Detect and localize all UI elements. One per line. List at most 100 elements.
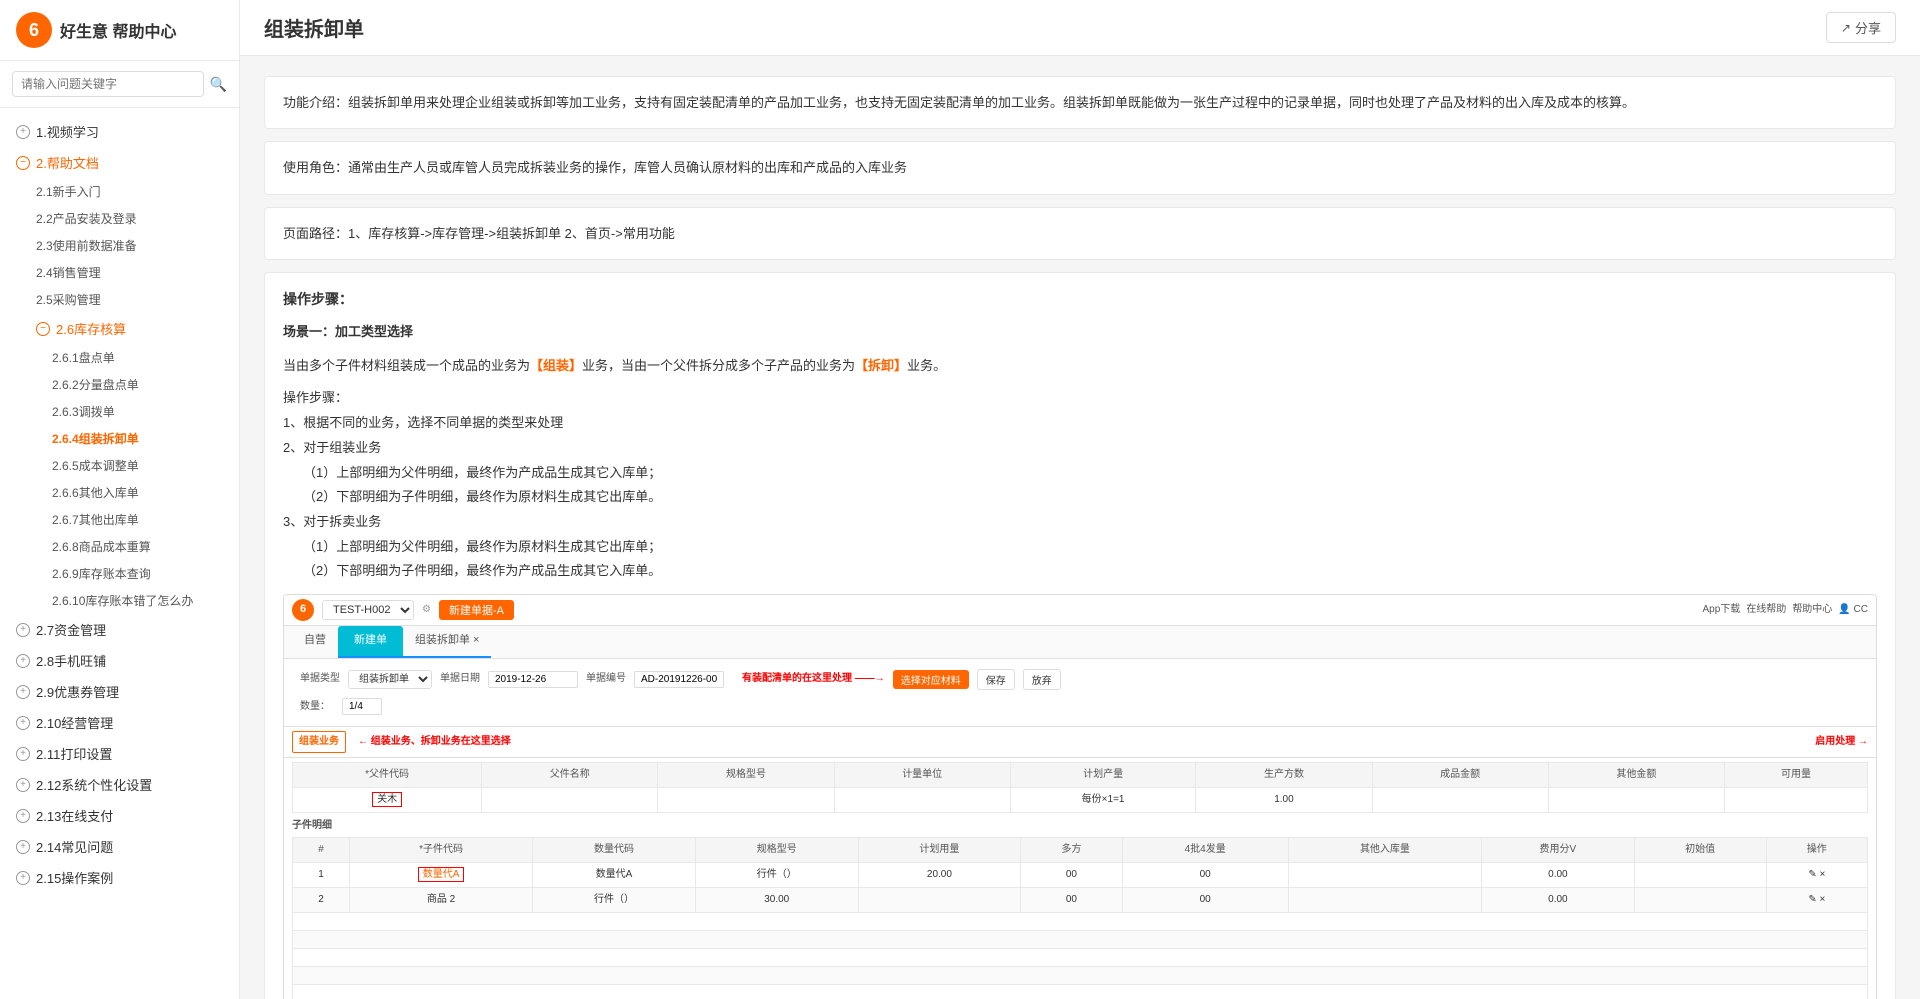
mock-save-btn[interactable]: 保存 [977, 669, 1015, 690]
nav-label-2-7: 2.7资金管理 [36, 620, 106, 639]
th-sub-no: # [293, 837, 350, 862]
step3: 3、对于拆卖业务 [283, 510, 1877, 535]
sub-item-2-6-5[interactable]: 2.6.5成本调整单 [0, 452, 239, 479]
mock-form-row2: 数量： [292, 694, 1868, 720]
nav-label-2-13: 2.13在线支付 [36, 806, 113, 825]
th-other-amount: 其他金额 [1548, 762, 1724, 787]
th-sub-name: 数量代码 [533, 837, 696, 862]
nav-item-2-10[interactable]: + 2.10经营管理 [0, 707, 239, 738]
sub-item-2-6-3[interactable]: 2.6.3调拨单 [0, 398, 239, 425]
scene1-title-block: 场景一：加工类型选择 [283, 320, 1877, 343]
th-available: 可用量 [1724, 762, 1867, 787]
step1: 1、根据不同的业务，选择不同单据的类型来处理 [283, 411, 1877, 436]
mock-top-table-wrapper: *父件代码 父件名称 规格型号 计量单位 计划产量 生产方数 成品金额 其他金额… [284, 758, 1876, 817]
scene1-title: 场景一：加工类型选择 [283, 324, 413, 339]
function-intro-block: 功能介绍：组装拆卸单用来处理企业组装或拆卸等加工业务，支持有固定装配清单的产品加… [264, 76, 1896, 129]
nav-label-2-15: 2.15操作案例 [36, 868, 113, 887]
sub-item-2-5[interactable]: 2.5采购管理 [0, 286, 239, 313]
nav-item-2-8[interactable]: + 2.8手机旺铺 [0, 645, 239, 676]
share-label: 分享 [1855, 18, 1881, 37]
scene1-desc: 当由多个子件材料组装成一个成品的业务为【组装】业务，当由一个父件拆分成多个子产品… [283, 354, 1877, 379]
expand-icon-2-15: + [16, 871, 30, 885]
sub-item-2-6-6[interactable]: 2.6.6其他入库单 [0, 479, 239, 506]
mock-num-label: 单据编号 [586, 670, 626, 688]
sub-item-2-6-9[interactable]: 2.6.9库存账本查询 [0, 560, 239, 587]
sub-item-2-6-7[interactable]: 2.6.7其他出库单 [0, 506, 239, 533]
mock-type-select[interactable]: 组装拆卸单 [348, 670, 432, 689]
mock-bottom-table-wrapper: 子件明细 # *子件代码 数量代码 规格型号 计划用量 多方 [284, 817, 1876, 999]
th-sub-cost: 费用分V [1482, 837, 1634, 862]
th-parent-code: *父件代码 [293, 762, 482, 787]
sub-item-2-6-8[interactable]: 2.6.8商品成本重算 [0, 533, 239, 560]
nav-label-2-9: 2.9优惠券管理 [36, 682, 119, 701]
mock-help-label: 在线帮助 [1746, 601, 1786, 619]
nav-label-2-6: 2.6库存核算 [56, 319, 126, 338]
mock-tab-assembly[interactable]: 组装拆卸单 × [403, 626, 491, 658]
mock-settings-icon: ⚙ [422, 601, 431, 619]
mock-choose-btn[interactable]: 选择对应材料 [893, 670, 969, 689]
nav-label-1: 1.视频学习 [36, 122, 99, 141]
expand-icon-2-9: + [16, 685, 30, 699]
steps-label: 操作步骤： [283, 386, 1877, 411]
mock-app-label: App下载 [1703, 601, 1741, 619]
nav-label-2-10: 2.10经营管理 [36, 713, 113, 732]
sub-item-2-6-2[interactable]: 2.6.2分量盘点单 [0, 371, 239, 398]
step2: 2、对于组装业务 [283, 436, 1877, 461]
mock-tab-zy[interactable]: 自营 [292, 626, 338, 658]
mock-assembly-badge: 组装业务 [292, 731, 346, 753]
mock-topbar: 6 TEST-H002 ⚙ 新建单据-A App下载 在线帮助 帮助中心 👤 C… [284, 595, 1876, 626]
mock-app: 6 TEST-H002 ⚙ 新建单据-A App下载 在线帮助 帮助中心 👤 C… [284, 595, 1876, 999]
td-empty-4 [293, 930, 1868, 948]
role-block: 使用角色：通常由生产人员或库管人员完成拆装业务的操作，库管人员确认原材料的出库和… [264, 141, 1896, 194]
td-product-amount-1 [1372, 787, 1548, 812]
th-product-amount: 成品金额 [1372, 762, 1548, 787]
search-button[interactable]: 🔍 [210, 76, 227, 93]
content-area: 功能介绍：组装拆卸单用来处理企业组装或拆卸等加工业务，支持有固定装配清单的产品加… [240, 56, 1920, 999]
nav-item-2-12[interactable]: + 2.12系统个性化设置 [0, 769, 239, 800]
mock-tab-new[interactable]: 新建单 [338, 626, 403, 658]
td-sub-plan-qty-2 [858, 887, 1021, 912]
mock-num-input[interactable] [634, 671, 724, 688]
sub-item-2-6-10[interactable]: 2.6.10库存账本错了怎么办 [0, 587, 239, 614]
path-block: 页面路径：1、库存核算->库存管理->组装拆卸单 2、首页->常用功能 [264, 207, 1896, 260]
mock-tab-bar: 自营 新建单 组装拆卸单 × [284, 626, 1876, 659]
nav-item-2-14[interactable]: + 2.14常见问题 [0, 831, 239, 862]
mock-company-select[interactable]: TEST-H002 [322, 600, 414, 620]
search-input[interactable] [12, 71, 204, 97]
sub-item-2-1[interactable]: 2.1新手入门 [0, 178, 239, 205]
td-other-amount-1 [1548, 787, 1724, 812]
nav-item-1[interactable]: + 1.视频学习 [0, 116, 239, 147]
nav-item-2-15[interactable]: + 2.15操作案例 [0, 862, 239, 893]
sub-item-2-4[interactable]: 2.4销售管理 [0, 259, 239, 286]
td-available-1 [1724, 787, 1867, 812]
sub-item-2-2[interactable]: 2.2产品安装及登录 [0, 205, 239, 232]
nav-item-2-11[interactable]: + 2.11打印设置 [0, 738, 239, 769]
sub-item-2-6-4[interactable]: 2.6.4组装拆卸单 [0, 425, 239, 452]
td-parent-code-1: 关木 [293, 787, 482, 812]
td-prod-num-1: 1.00 [1196, 787, 1372, 812]
td-plan-qty-1: 每份×1=1 [1010, 787, 1196, 812]
mock-cancel-btn[interactable]: 放弃 [1023, 669, 1061, 690]
td-sub-no-1: 1 [293, 862, 350, 887]
nav-item-2-9[interactable]: + 2.9优惠券管理 [0, 676, 239, 707]
share-button[interactable]: ↗ 分享 [1826, 12, 1896, 43]
nav-item-2-6[interactable]: − 2.6库存核算 [0, 313, 239, 344]
sub-item-2-3[interactable]: 2.3使用前数据准备 [0, 232, 239, 259]
td-sub-ops-1: ✎ × [1766, 862, 1867, 887]
mock-logo-small: 6 [292, 599, 314, 621]
nav-item-2-13[interactable]: + 2.13在线支付 [0, 800, 239, 831]
page-title: 组装拆卸单 [264, 13, 364, 42]
sidebar-logo: 6 好生意 帮助中心 [0, 0, 239, 61]
expand-icon-2-11: + [16, 747, 30, 761]
nav-item-2[interactable]: − 2.帮助文档 [0, 147, 239, 178]
td-sub-name-2: 行件（） [533, 887, 696, 912]
expand-icon-2-10: + [16, 716, 30, 730]
mock-qty-input[interactable] [342, 698, 382, 715]
sub-item-2-6-1[interactable]: 2.6.1盘点单 [0, 344, 239, 371]
nav-item-2-7[interactable]: + 2.7资金管理 [0, 614, 239, 645]
td-unit-1 [834, 787, 1010, 812]
th-prod-num: 生产方数 [1196, 762, 1372, 787]
mock-new-order-btn[interactable]: 新建单据-A [439, 600, 514, 620]
mock-date-input[interactable] [488, 671, 578, 688]
mock-type-label: 单据类型 [300, 670, 340, 688]
